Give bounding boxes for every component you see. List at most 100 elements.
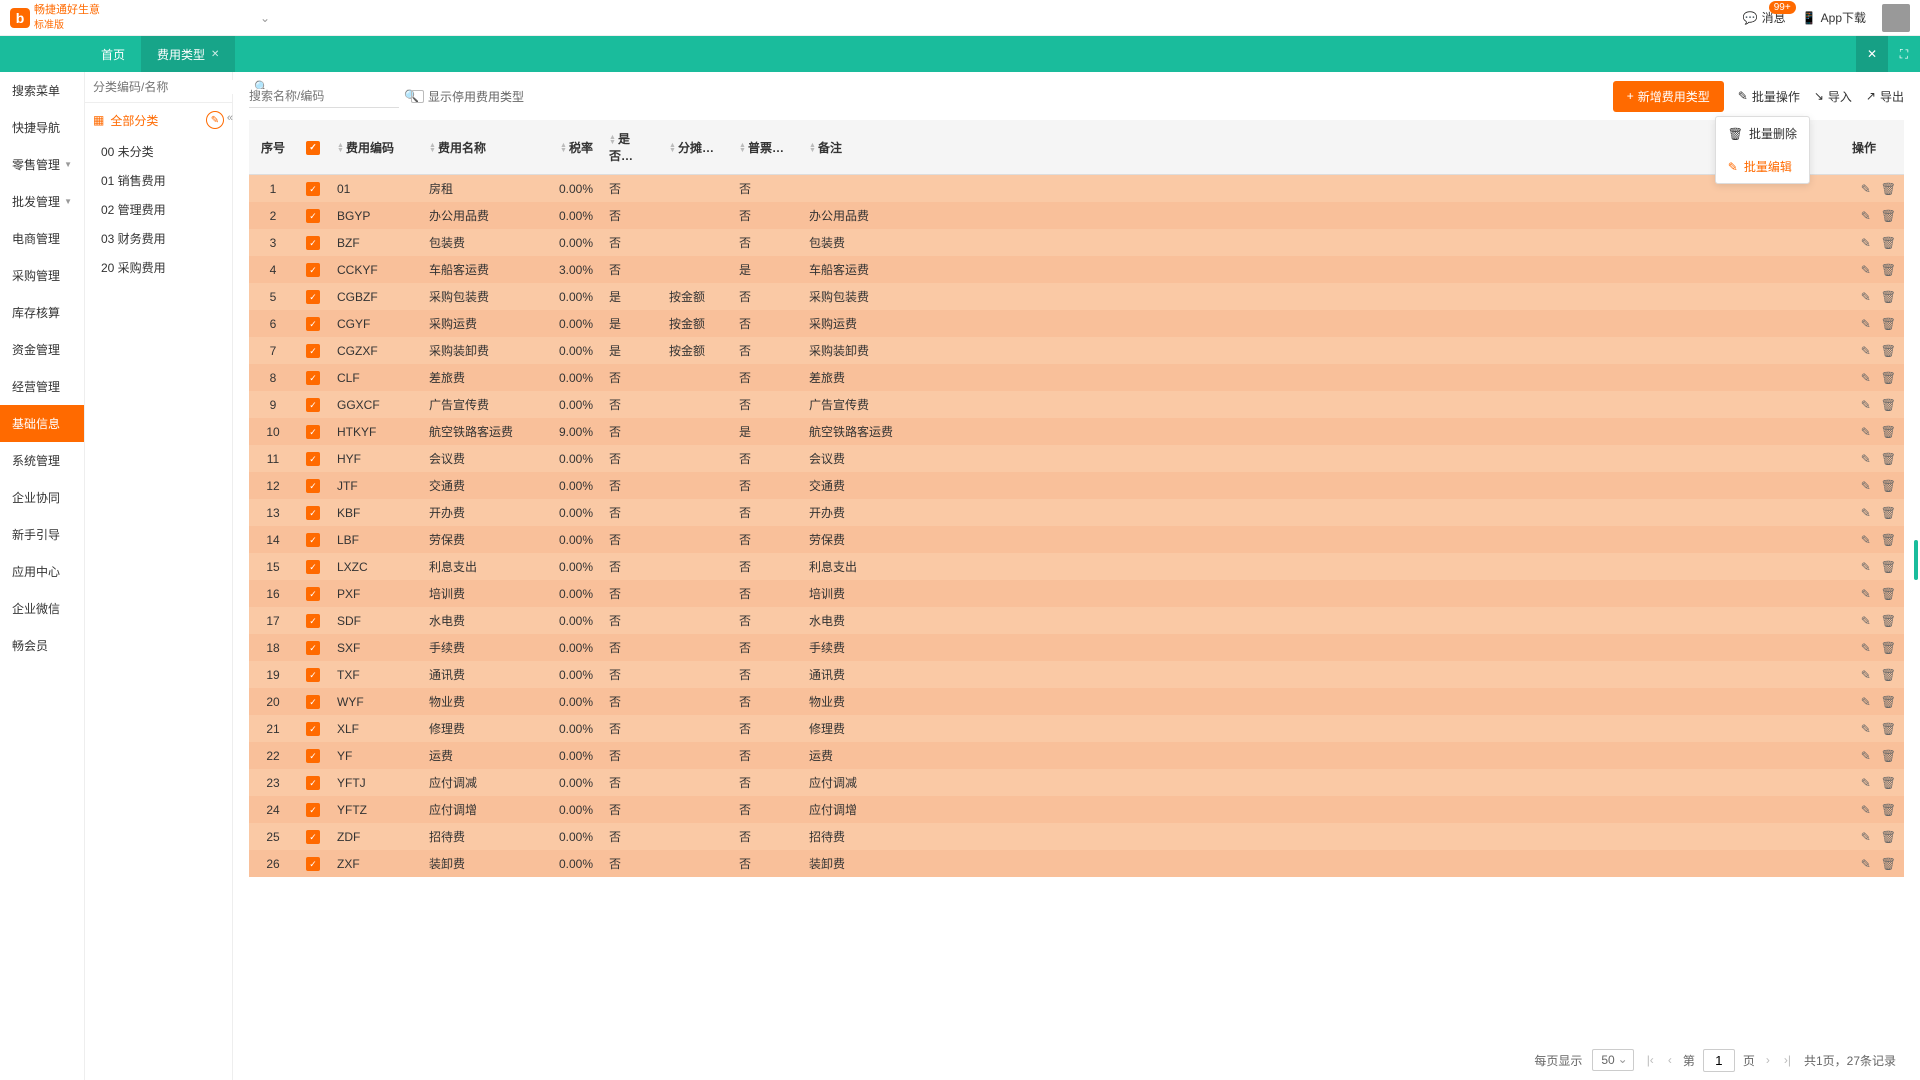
tree-item[interactable]: 00 未分类: [93, 137, 224, 166]
table-row[interactable]: 25 ✓ ZDF 招待费 0.00% 否 否 招待费 ✎🗑: [249, 823, 1904, 850]
sidebar-item[interactable]: 基础信息: [0, 405, 84, 442]
delete-row-icon[interactable]: 🗑: [1881, 857, 1896, 871]
table-row[interactable]: 2 ✓ BGYP 办公用品费 0.00% 否 否 办公用品费 ✎🗑: [249, 202, 1904, 229]
edit-row-icon[interactable]: ✎: [1861, 749, 1871, 763]
edit-row-icon[interactable]: ✎: [1861, 722, 1871, 736]
delete-row-icon[interactable]: 🗑: [1881, 695, 1896, 709]
app-download-link[interactable]: 📱 App下载: [1802, 9, 1866, 26]
edit-row-icon[interactable]: ✎: [1861, 776, 1871, 790]
edit-row-icon[interactable]: ✎: [1861, 290, 1871, 304]
delete-row-icon[interactable]: 🗑: [1881, 533, 1896, 547]
table-row[interactable]: 23 ✓ YFTJ 应付调减 0.00% 否 否 应付调减 ✎🗑: [249, 769, 1904, 796]
tab-expense-type[interactable]: 费用类型 ✕: [141, 36, 235, 72]
sidebar-item[interactable]: 新手引导: [0, 516, 84, 553]
edit-row-icon[interactable]: ✎: [1861, 209, 1871, 223]
table-row[interactable]: 12 ✓ JTF 交通费 0.00% 否 否 交通费 ✎🗑: [249, 472, 1904, 499]
table-row[interactable]: 3 ✓ BZF 包装费 0.00% 否 否 包装费 ✎🗑: [249, 229, 1904, 256]
delete-row-icon[interactable]: 🗑: [1881, 452, 1896, 466]
edit-row-icon[interactable]: ✎: [1861, 695, 1871, 709]
sidebar-item[interactable]: 企业微信: [0, 590, 84, 627]
tree-item[interactable]: 03 财务费用: [93, 224, 224, 253]
page-input[interactable]: [1703, 1049, 1735, 1072]
edit-row-icon[interactable]: ✎: [1861, 506, 1871, 520]
table-row[interactable]: 22 ✓ YF 运费 0.00% 否 否 运费 ✎🗑: [249, 742, 1904, 769]
table-row[interactable]: 21 ✓ XLF 修理费 0.00% 否 否 修理费 ✎🗑: [249, 715, 1904, 742]
edit-row-icon[interactable]: ✎: [1861, 560, 1871, 574]
page-size-select[interactable]: 50: [1592, 1049, 1633, 1071]
table-row[interactable]: 1 ✓ 01 房租 0.00% 否 否 ✎🗑: [249, 175, 1904, 203]
delete-row-icon[interactable]: 🗑: [1881, 182, 1896, 196]
edit-row-icon[interactable]: ✎: [1861, 263, 1871, 277]
delete-row-icon[interactable]: 🗑: [1881, 722, 1896, 736]
first-page-button[interactable]: |‹: [1644, 1053, 1657, 1067]
edit-row-icon[interactable]: ✎: [1861, 452, 1871, 466]
edit-row-icon[interactable]: ✎: [1861, 614, 1871, 628]
tree-item[interactable]: 20 采购费用: [93, 253, 224, 282]
sidebar-item[interactable]: 经营管理: [0, 368, 84, 405]
export-button[interactable]: ↗ 导出: [1866, 88, 1904, 105]
table-row[interactable]: 16 ✓ PXF 培训费 0.00% 否 否 培训费 ✎🗑: [249, 580, 1904, 607]
next-page-button[interactable]: ›: [1763, 1053, 1773, 1067]
col-share[interactable]: ▲▼分摊…: [661, 120, 731, 175]
table-row[interactable]: 20 ✓ WYF 物业费 0.00% 否 否 物业费 ✎🗑: [249, 688, 1904, 715]
edit-row-icon[interactable]: ✎: [1861, 317, 1871, 331]
edit-row-icon[interactable]: ✎: [1861, 587, 1871, 601]
delete-row-icon[interactable]: 🗑: [1881, 776, 1896, 790]
messages-link[interactable]: 💬 消息 99+: [1743, 9, 1786, 26]
table-row[interactable]: 24 ✓ YFTZ 应付调增 0.00% 否 否 应付调增 ✎🗑: [249, 796, 1904, 823]
table-row[interactable]: 8 ✓ CLF 差旅费 0.00% 否 否 差旅费 ✎🗑: [249, 364, 1904, 391]
sidebar-item[interactable]: 库存核算: [0, 294, 84, 331]
delete-row-icon[interactable]: 🗑: [1881, 263, 1896, 277]
delete-row-icon[interactable]: 🗑: [1881, 290, 1896, 304]
tab-home[interactable]: 首页: [85, 36, 141, 72]
delete-row-icon[interactable]: 🗑: [1881, 317, 1896, 331]
table-row[interactable]: 14 ✓ LBF 劳保费 0.00% 否 否 劳保费 ✎🗑: [249, 526, 1904, 553]
delete-row-icon[interactable]: 🗑: [1881, 587, 1896, 601]
prev-page-button[interactable]: ‹: [1665, 1053, 1675, 1067]
sidebar-item[interactable]: 电商管理: [0, 220, 84, 257]
edit-row-icon[interactable]: ✎: [1861, 398, 1871, 412]
fullscreen-button[interactable]: ⛶: [1888, 36, 1920, 72]
col-yn[interactable]: ▲▼是否…: [601, 120, 661, 175]
delete-row-icon[interactable]: 🗑: [1881, 506, 1896, 520]
sidebar-item[interactable]: 资金管理: [0, 331, 84, 368]
sidebar-item[interactable]: 畅会员: [0, 627, 84, 664]
sidebar-item[interactable]: 企业协同: [0, 479, 84, 516]
table-row[interactable]: 26 ✓ ZXF 装卸费 0.00% 否 否 装卸费 ✎🗑: [249, 850, 1904, 877]
delete-row-icon[interactable]: 🗑: [1881, 398, 1896, 412]
delete-row-icon[interactable]: 🗑: [1881, 803, 1896, 817]
table-row[interactable]: 10 ✓ HTKYF 航空铁路客运费 9.00% 否 是 航空铁路客运费 ✎🗑: [249, 418, 1904, 445]
edit-row-icon[interactable]: ✎: [1861, 479, 1871, 493]
delete-row-icon[interactable]: 🗑: [1881, 425, 1896, 439]
col-checkbox[interactable]: ✓: [297, 120, 329, 175]
delete-row-icon[interactable]: 🗑: [1881, 209, 1896, 223]
batch-edit-item[interactable]: ✎ 批量编辑: [1716, 150, 1809, 183]
edit-row-icon[interactable]: ✎: [1861, 830, 1871, 844]
delete-row-icon[interactable]: 🗑: [1881, 479, 1896, 493]
last-page-button[interactable]: ›|: [1781, 1053, 1794, 1067]
col-name[interactable]: ▲▼费用名称: [421, 120, 541, 175]
tree-item[interactable]: 01 销售费用: [93, 166, 224, 195]
table-row[interactable]: 19 ✓ TXF 通讯费 0.00% 否 否 通讯费 ✎🗑: [249, 661, 1904, 688]
edit-row-icon[interactable]: ✎: [1861, 533, 1871, 547]
table-row[interactable]: 7 ✓ CGZXF 采购装卸费 0.00% 是 按金额 否 采购装卸费 ✎🗑: [249, 337, 1904, 364]
edit-row-icon[interactable]: ✎: [1861, 857, 1871, 871]
col-seq[interactable]: 序号: [249, 120, 297, 175]
edit-row-icon[interactable]: ✎: [1861, 344, 1871, 358]
edit-row-icon[interactable]: ✎: [1861, 668, 1871, 682]
sidebar-item[interactable]: 搜索菜单: [0, 72, 84, 109]
sidebar-item[interactable]: 系统管理: [0, 442, 84, 479]
batch-delete-item[interactable]: 🗑 批量删除: [1716, 117, 1809, 150]
tree-item[interactable]: 02 管理费用: [93, 195, 224, 224]
table-row[interactable]: 15 ✓ LXZC 利息支出 0.00% 否 否 利息支出 ✎🗑: [249, 553, 1904, 580]
delete-row-icon[interactable]: 🗑: [1881, 371, 1896, 385]
delete-row-icon[interactable]: 🗑: [1881, 641, 1896, 655]
sidebar-item[interactable]: 批发管理▼: [0, 183, 84, 220]
delete-row-icon[interactable]: 🗑: [1881, 668, 1896, 682]
batch-operations-button[interactable]: ✎ 批量操作: [1738, 88, 1800, 105]
col-remark[interactable]: ▲▼备注: [801, 120, 1824, 175]
tree-all-categories[interactable]: ▦ 全部分类 ✎: [85, 103, 232, 137]
avatar[interactable]: [1882, 4, 1910, 32]
edit-row-icon[interactable]: ✎: [1861, 425, 1871, 439]
edit-row-icon[interactable]: ✎: [1861, 803, 1871, 817]
